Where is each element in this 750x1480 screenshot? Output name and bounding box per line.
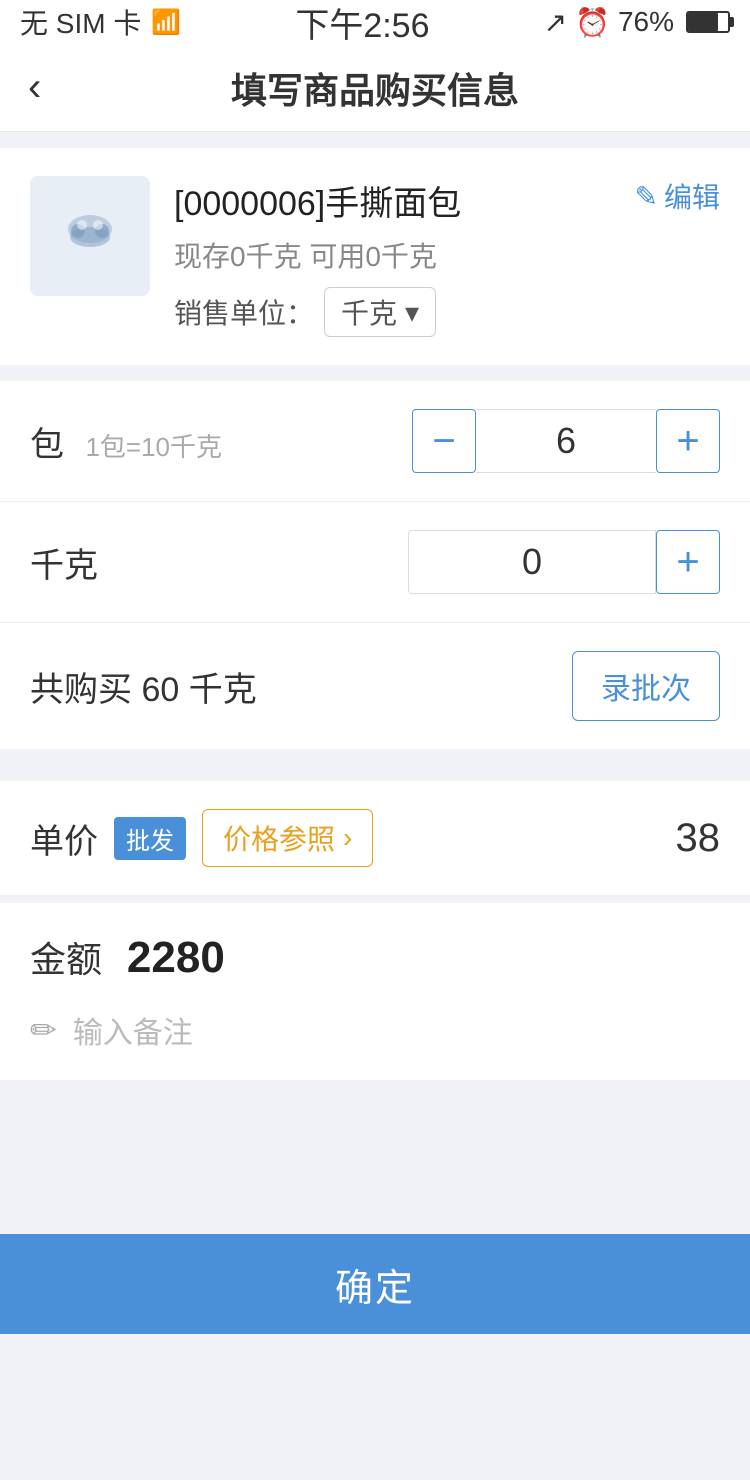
product-unit: 销售单位： 千克 ▾ — [174, 287, 720, 337]
status-bar-left: 无 SIM 卡 📶 — [20, 2, 181, 42]
unit-select[interactable]: 千克 ▾ — [324, 287, 436, 337]
price-ref-button[interactable]: 价格参照 › — [202, 809, 373, 867]
edit-label: 编辑 — [664, 176, 720, 216]
confirm-button[interactable]: 确定 — [0, 1234, 750, 1334]
alarm-icon: ⏰ — [575, 6, 610, 39]
price-tag: 批发 — [114, 817, 186, 860]
back-button[interactable]: ‹ — [28, 65, 41, 110]
unit-dropdown-icon: ▾ — [405, 296, 419, 329]
kg-label: 千克 — [30, 538, 408, 587]
bao-label: 包 1包=10千克 — [30, 417, 412, 466]
status-bar: 无 SIM 卡 📶 下午2:56 ↗ ⏰ 76% — [0, 0, 750, 44]
location-icon: ↗ — [544, 6, 567, 39]
amount-label: 金额 — [30, 939, 102, 980]
bao-hint: 1包=10千克 — [85, 432, 222, 462]
summary-text: 共购买 60 千克 — [30, 662, 257, 711]
nav-bar: ‹ 填写商品购买信息 — [0, 44, 750, 132]
bao-quantity-input[interactable] — [476, 409, 656, 473]
divider-2 — [0, 749, 750, 765]
bao-section: 包 1包=10千克 − + 千克 + — [0, 381, 750, 623]
bao-input-row: 包 1包=10千克 − + — [0, 381, 750, 502]
price-section: 单价 批发 价格参照 › 38 — [0, 781, 750, 895]
note-row: ✏ 输入备注 — [30, 984, 720, 1052]
price-ref-arrow: › — [343, 822, 352, 854]
status-bar-time: 下午2:56 — [295, 0, 429, 47]
price-label: 单价 — [30, 814, 98, 863]
price-ref-label: 价格参照 — [223, 818, 335, 858]
wifi-icon: 📶 — [151, 8, 181, 37]
battery-fill — [688, 13, 718, 31]
unit-value: 千克 — [341, 292, 397, 332]
kg-quantity-input[interactable] — [408, 530, 656, 594]
amount-row: 金额 2280 — [30, 931, 720, 983]
note-icon: ✏ — [30, 1011, 57, 1049]
product-stock: 现存0千克 可用0千克 — [174, 235, 720, 275]
bao-minus-button[interactable]: − — [412, 409, 476, 473]
amount-value: 2280 — [127, 933, 225, 983]
bao-text: 包 — [30, 426, 64, 464]
battery-percent: 76% — [618, 6, 674, 38]
product-thumbnail — [30, 176, 150, 296]
summary-row: 共购买 60 千克 录批次 — [0, 623, 750, 749]
bao-quantity-control: − + — [412, 409, 720, 473]
unit-label: 销售单位： — [174, 292, 314, 332]
kg-plus-button[interactable]: + — [656, 530, 720, 594]
amount-section: 金额 2280 ✏ 输入备注 — [0, 895, 750, 1080]
product-card: [0000006]手撕面包 现存0千克 可用0千克 销售单位： 千克 ▾ ✎ 编… — [0, 148, 750, 365]
note-placeholder[interactable]: 输入备注 — [73, 1008, 193, 1052]
price-value: 38 — [676, 816, 721, 861]
edit-button[interactable]: ✎ 编辑 — [635, 176, 720, 216]
bao-plus-button[interactable]: + — [656, 409, 720, 473]
divider-1 — [0, 365, 750, 381]
batch-button[interactable]: 录批次 — [572, 651, 720, 721]
page-title: 填写商品购买信息 — [231, 62, 519, 114]
battery-icon — [686, 11, 730, 33]
kg-input-row: 千克 + — [0, 502, 750, 623]
kg-quantity-control: + — [408, 530, 720, 594]
status-bar-right: ↗ ⏰ 76% — [544, 6, 730, 39]
empty-area — [0, 1080, 750, 1380]
edit-icon: ✎ — [635, 180, 658, 213]
carrier-text: 无 SIM 卡 — [20, 2, 141, 42]
